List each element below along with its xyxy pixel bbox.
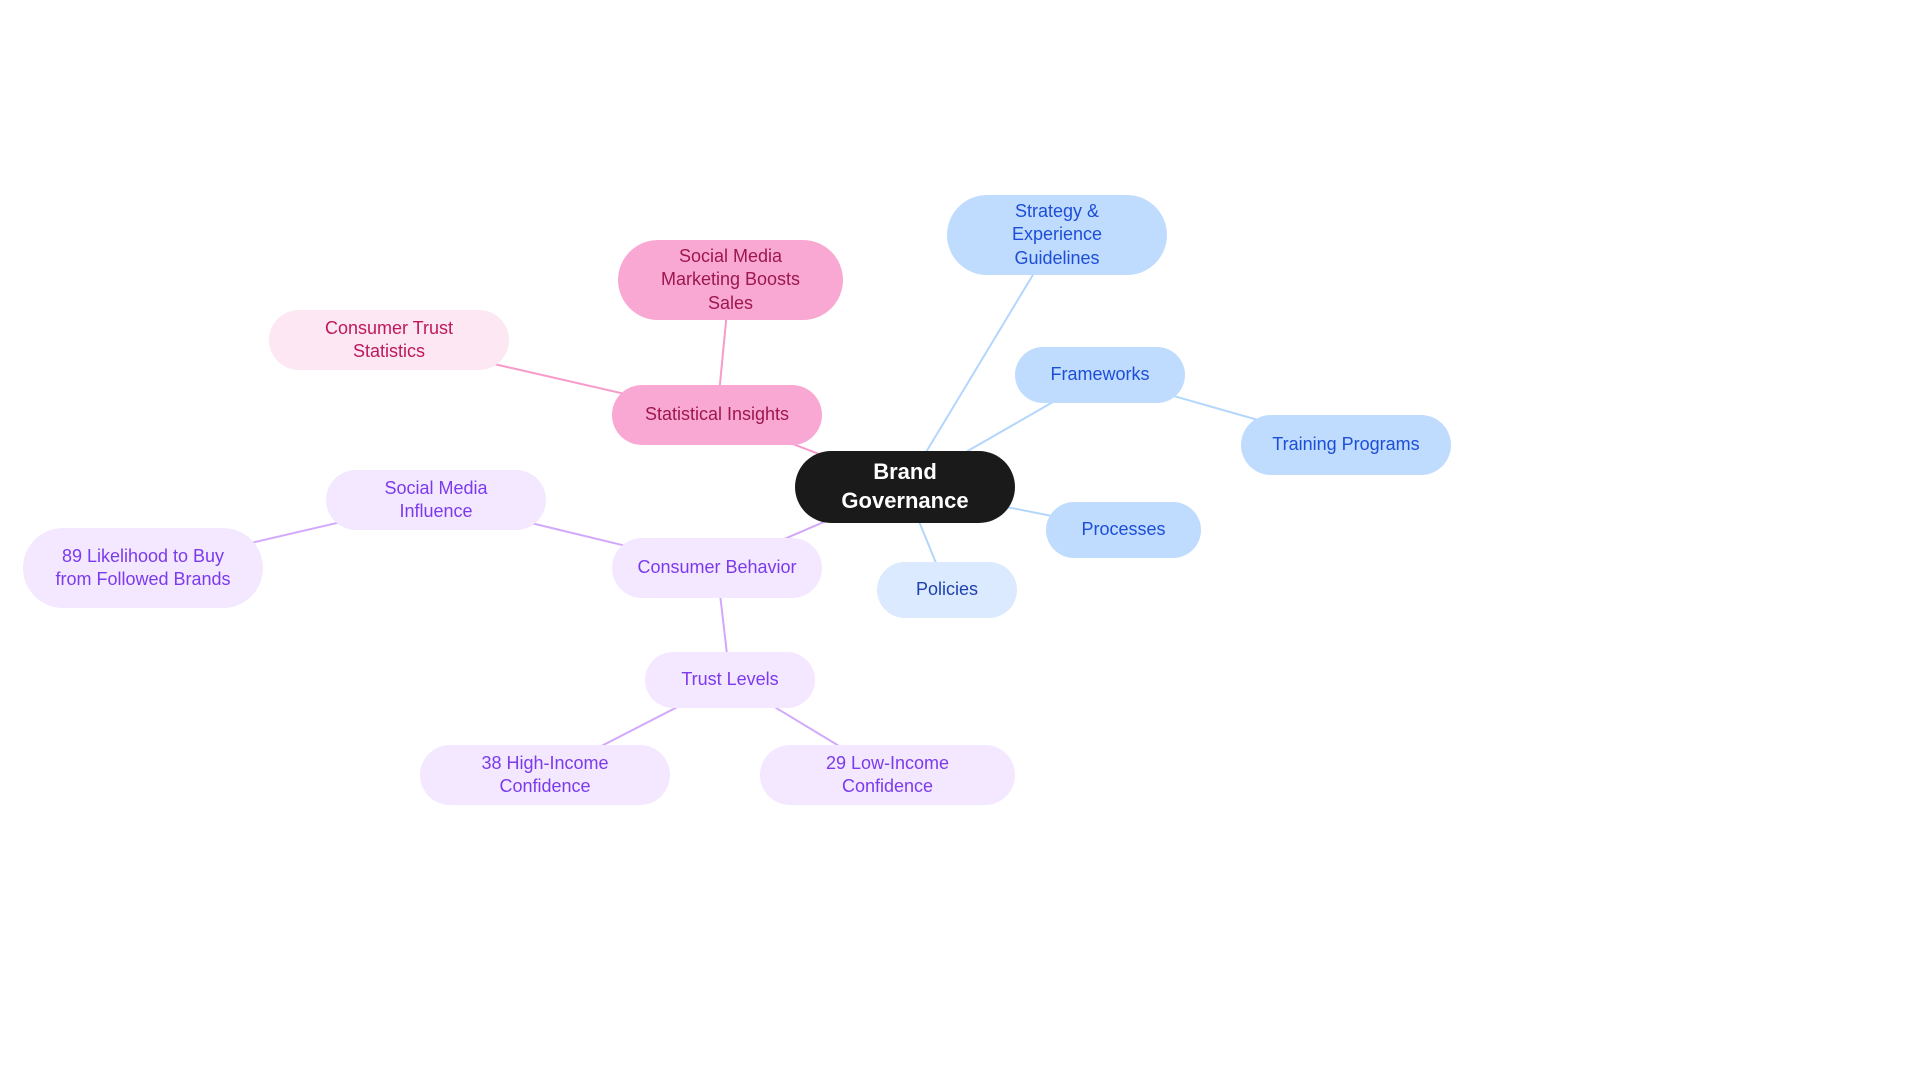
processes-label: Processes bbox=[1081, 518, 1165, 541]
high-income-node[interactable]: 38 High-Income Confidence bbox=[420, 745, 670, 805]
frameworks-label: Frameworks bbox=[1050, 363, 1149, 386]
training-programs-label: Training Programs bbox=[1272, 433, 1419, 456]
social-media-marketing-node[interactable]: Social Media Marketing Boosts Sales bbox=[618, 240, 843, 320]
trust-levels-node[interactable]: Trust Levels bbox=[645, 652, 815, 708]
low-income-label: 29 Low-Income Confidence bbox=[782, 752, 993, 799]
strategy-experience-node[interactable]: Strategy & Experience Guidelines bbox=[947, 195, 1167, 275]
likelihood-buy-node[interactable]: 89 Likelihood to Buy from Followed Brand… bbox=[23, 528, 263, 608]
statistical-insights-label: Statistical Insights bbox=[645, 403, 789, 426]
policies-node[interactable]: Policies bbox=[877, 562, 1017, 618]
center-node[interactable]: Brand Governance bbox=[795, 451, 1015, 523]
high-income-label: 38 High-Income Confidence bbox=[442, 752, 648, 799]
consumer-behavior-node[interactable]: Consumer Behavior bbox=[612, 538, 822, 598]
consumer-behavior-label: Consumer Behavior bbox=[637, 556, 796, 579]
social-media-marketing-label: Social Media Marketing Boosts Sales bbox=[640, 245, 821, 315]
low-income-node[interactable]: 29 Low-Income Confidence bbox=[760, 745, 1015, 805]
social-media-influence-label: Social Media Influence bbox=[348, 477, 524, 524]
statistical-insights-node[interactable]: Statistical Insights bbox=[612, 385, 822, 445]
processes-node[interactable]: Processes bbox=[1046, 502, 1201, 558]
frameworks-node[interactable]: Frameworks bbox=[1015, 347, 1185, 403]
center-label: Brand Governance bbox=[835, 458, 975, 515]
trust-levels-label: Trust Levels bbox=[681, 668, 778, 691]
strategy-experience-label: Strategy & Experience Guidelines bbox=[969, 200, 1145, 270]
training-programs-node[interactable]: Training Programs bbox=[1241, 415, 1451, 475]
likelihood-buy-label: 89 Likelihood to Buy from Followed Brand… bbox=[45, 545, 241, 592]
consumer-trust-node[interactable]: Consumer Trust Statistics bbox=[269, 310, 509, 370]
policies-label: Policies bbox=[916, 578, 978, 601]
consumer-trust-label: Consumer Trust Statistics bbox=[291, 317, 487, 364]
social-media-influence-node[interactable]: Social Media Influence bbox=[326, 470, 546, 530]
